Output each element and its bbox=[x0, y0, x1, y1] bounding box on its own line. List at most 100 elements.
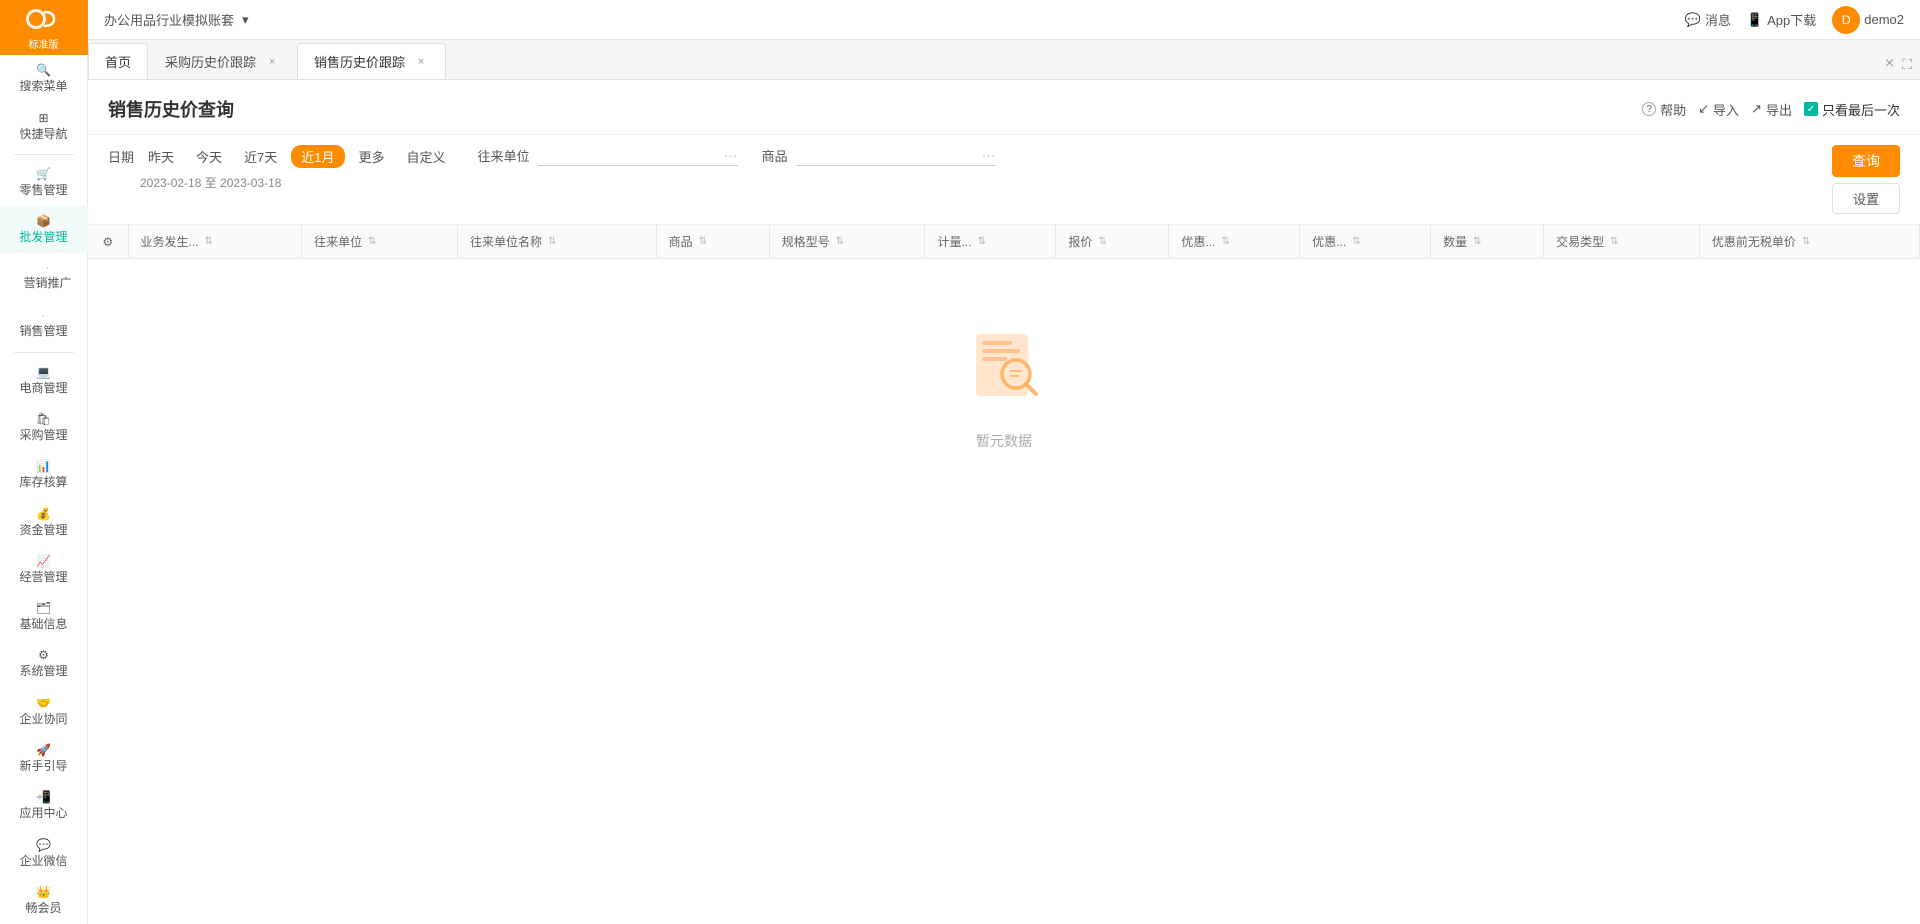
sidebar-label-inventory: 库存核算 bbox=[19, 473, 67, 490]
sidebar-item-member[interactable]: 👑 畅会员 bbox=[0, 877, 88, 924]
logo-icon bbox=[26, 4, 62, 34]
sidebar-item-operation[interactable]: 📈 经营管理 bbox=[0, 546, 88, 593]
sidebar-label-ecommerce: 电商管理 bbox=[19, 379, 67, 396]
avatar: D bbox=[1832, 6, 1860, 34]
tab-bar-fullscreen-icon[interactable]: ⛶ bbox=[1902, 56, 1912, 79]
sort-quantity-icon: ⇅ bbox=[1473, 236, 1481, 247]
date-btn-last7days[interactable]: 近7天 bbox=[236, 145, 285, 168]
col-pre-tax-price[interactable]: 优惠前无税单价 ⇅ bbox=[1699, 225, 1919, 259]
gear-icon[interactable]: ⚙ bbox=[102, 235, 113, 249]
date-btn-today[interactable]: 今天 bbox=[188, 145, 230, 168]
sidebar-label-member: 畅会员 bbox=[25, 899, 61, 916]
user-btn[interactable]: D demo2 bbox=[1832, 6, 1904, 34]
system-icon: ⚙ bbox=[38, 648, 49, 662]
col-goods[interactable]: 商品 ⇅ bbox=[656, 225, 769, 259]
topbar-dropdown-btn[interactable]: ▾ bbox=[242, 12, 249, 28]
sidebar-item-corp-wechat[interactable]: 💬 企业微信 bbox=[0, 829, 88, 876]
sidebar-item-enterprise[interactable]: 🤝 企业协同 bbox=[0, 688, 88, 735]
goods-input[interactable] bbox=[796, 148, 982, 163]
sidebar-label-shortcuts: 快捷导航 bbox=[19, 125, 67, 142]
app-download-btn[interactable]: 📱 App下载 bbox=[1747, 10, 1816, 29]
col-biz-date[interactable]: 业务发生... ⇅ bbox=[128, 225, 302, 259]
col-spec[interactable]: 规格型号 ⇅ bbox=[769, 225, 925, 259]
goods-filter-group: 商品 ··· bbox=[762, 145, 996, 166]
sidebar-item-purchase[interactable]: 🛍 采购管理 bbox=[0, 404, 88, 451]
date-filter-group: 日期 昨天 今天 近7天 近1月 更多 自定义 2023-02-18 至 202… bbox=[108, 145, 454, 191]
topbar-right: 💬 消息 📱 App下载 D demo2 bbox=[1685, 6, 1904, 34]
help-btn[interactable]: ? 帮助 bbox=[1642, 100, 1686, 119]
sort-partner-name-icon: ⇅ bbox=[548, 236, 556, 247]
topbar-title: 办公用品行业模拟账套 bbox=[104, 10, 234, 29]
operation-icon: 📈 bbox=[36, 554, 51, 568]
sidebar-item-retail[interactable]: 🛒 零售管理 bbox=[0, 159, 88, 206]
message-icon: 💬 bbox=[1685, 12, 1701, 28]
tab-home[interactable]: 首页 bbox=[88, 43, 148, 79]
wholesale-icon: 📦 bbox=[36, 214, 51, 228]
date-btn-last1month[interactable]: 近1月 bbox=[291, 145, 344, 168]
date-btn-more[interactable]: 更多 bbox=[351, 145, 393, 168]
col-quantity[interactable]: 数量 ⇅ bbox=[1431, 225, 1544, 259]
export-btn[interactable]: ↗ 导出 bbox=[1751, 100, 1792, 119]
sidebar-item-sales-mgmt[interactable]: · 销售管理 bbox=[0, 300, 88, 347]
sidebar-item-ecommerce[interactable]: 💻 电商管理 bbox=[0, 357, 88, 404]
tab-purchase-history-close[interactable]: × bbox=[264, 54, 280, 70]
sort-pre-tax-price-icon: ⇅ bbox=[1802, 236, 1810, 247]
sidebar-label-marketing: 营销推广 bbox=[23, 274, 71, 291]
sidebar-item-marketing[interactable]: · 营销推广 bbox=[0, 253, 88, 300]
sidebar-item-shortcuts[interactable]: ⊞ 快捷导航 bbox=[0, 102, 88, 149]
app-download-label: App下载 bbox=[1767, 10, 1816, 29]
col-spec-label: 规格型号 bbox=[782, 233, 830, 250]
col-settings[interactable]: ⚙ bbox=[88, 225, 128, 259]
sidebar-label-base: 基础信息 bbox=[19, 615, 67, 632]
inventory-icon: 📊 bbox=[36, 459, 51, 473]
only-last-checkbox-label[interactable]: ✓ 只看最后一次 bbox=[1804, 100, 1900, 119]
col-trade-type[interactable]: 交易类型 ⇅ bbox=[1544, 225, 1700, 259]
tab-sales-history-label: 销售历史价跟踪 bbox=[314, 52, 405, 71]
empty-state: 暂元数据 bbox=[88, 259, 1920, 511]
query-button[interactable]: 查询 bbox=[1832, 145, 1900, 177]
import-btn[interactable]: ↙ 导入 bbox=[1698, 100, 1739, 119]
tab-sales-history[interactable]: 销售历史价跟踪 × bbox=[297, 43, 446, 79]
sidebar-item-base[interactable]: 🗂 基础信息 bbox=[0, 593, 88, 640]
col-discount1[interactable]: 优惠... ⇅ bbox=[1169, 225, 1300, 259]
tab-purchase-history[interactable]: 采购历史价跟踪 × bbox=[148, 43, 297, 79]
page-title: 销售历史价查询 bbox=[108, 96, 234, 122]
filter-bar: 日期 昨天 今天 近7天 近1月 更多 自定义 2023-02-18 至 202… bbox=[88, 135, 1920, 225]
col-discount2[interactable]: 优惠... ⇅ bbox=[1300, 225, 1431, 259]
sidebar-item-finance[interactable]: 💰 资金管理 bbox=[0, 499, 88, 546]
col-partner-code[interactable]: 往来单位 ⇅ bbox=[302, 225, 458, 259]
partner-input[interactable] bbox=[538, 148, 724, 163]
sidebar-item-app-center[interactable]: 📲 应用中心 bbox=[0, 782, 88, 829]
sidebar-item-search[interactable]: 🔍 搜索菜单 bbox=[0, 55, 88, 102]
sidebar: 标准版 🔍 搜索菜单 ⊞ 快捷导航 🛒 零售管理 📦 批发管理 · 营销推广 ·… bbox=[0, 0, 88, 924]
date-btn-custom[interactable]: 自定义 bbox=[399, 145, 454, 168]
page-header: 销售历史价查询 ? 帮助 ↙ 导入 ↗ 导出 ✓ 只看最后一次 bbox=[88, 80, 1920, 135]
tab-sales-history-close[interactable]: × bbox=[413, 54, 429, 70]
col-unit[interactable]: 计量... ⇅ bbox=[925, 225, 1056, 259]
only-last-checkbox[interactable]: ✓ bbox=[1804, 102, 1818, 116]
tab-purchase-history-label: 采购历史价跟踪 bbox=[165, 52, 256, 71]
message-btn[interactable]: 💬 消息 bbox=[1685, 10, 1731, 29]
sidebar-item-system[interactable]: ⚙ 系统管理 bbox=[0, 640, 88, 687]
download-icon: 📱 bbox=[1747, 12, 1763, 28]
goods-dots[interactable]: ··· bbox=[982, 147, 996, 163]
export-label: 导出 bbox=[1766, 100, 1792, 119]
settings-button[interactable]: 设置 bbox=[1832, 183, 1900, 214]
sidebar-divider-2 bbox=[14, 352, 74, 353]
help-label: 帮助 bbox=[1660, 100, 1686, 119]
date-btn-yesterday[interactable]: 昨天 bbox=[140, 145, 182, 168]
grid-icon: ⊞ bbox=[38, 111, 48, 125]
col-quoted-price-label: 报价 bbox=[1068, 233, 1092, 250]
sidebar-divider-1 bbox=[14, 154, 74, 155]
sidebar-item-inventory[interactable]: 📊 库存核算 bbox=[0, 451, 88, 498]
col-partner-name-label: 往来单位名称 bbox=[470, 233, 542, 250]
col-quantity-label: 数量 bbox=[1443, 233, 1467, 250]
sidebar-item-guide[interactable]: 🚀 新手引导 bbox=[0, 735, 88, 782]
tab-bar-close-icon[interactable]: × bbox=[1885, 55, 1894, 79]
col-partner-name[interactable]: 往来单位名称 ⇅ bbox=[457, 225, 656, 259]
sidebar-label-app-center: 应用中心 bbox=[19, 804, 67, 821]
data-table: ⚙ 业务发生... ⇅ 往来单位 ⇅ bbox=[88, 225, 1920, 259]
col-quoted-price[interactable]: 报价 ⇅ bbox=[1056, 225, 1169, 259]
partner-dots[interactable]: ··· bbox=[724, 147, 738, 163]
sidebar-item-wholesale[interactable]: 📦 批发管理 bbox=[0, 206, 88, 253]
